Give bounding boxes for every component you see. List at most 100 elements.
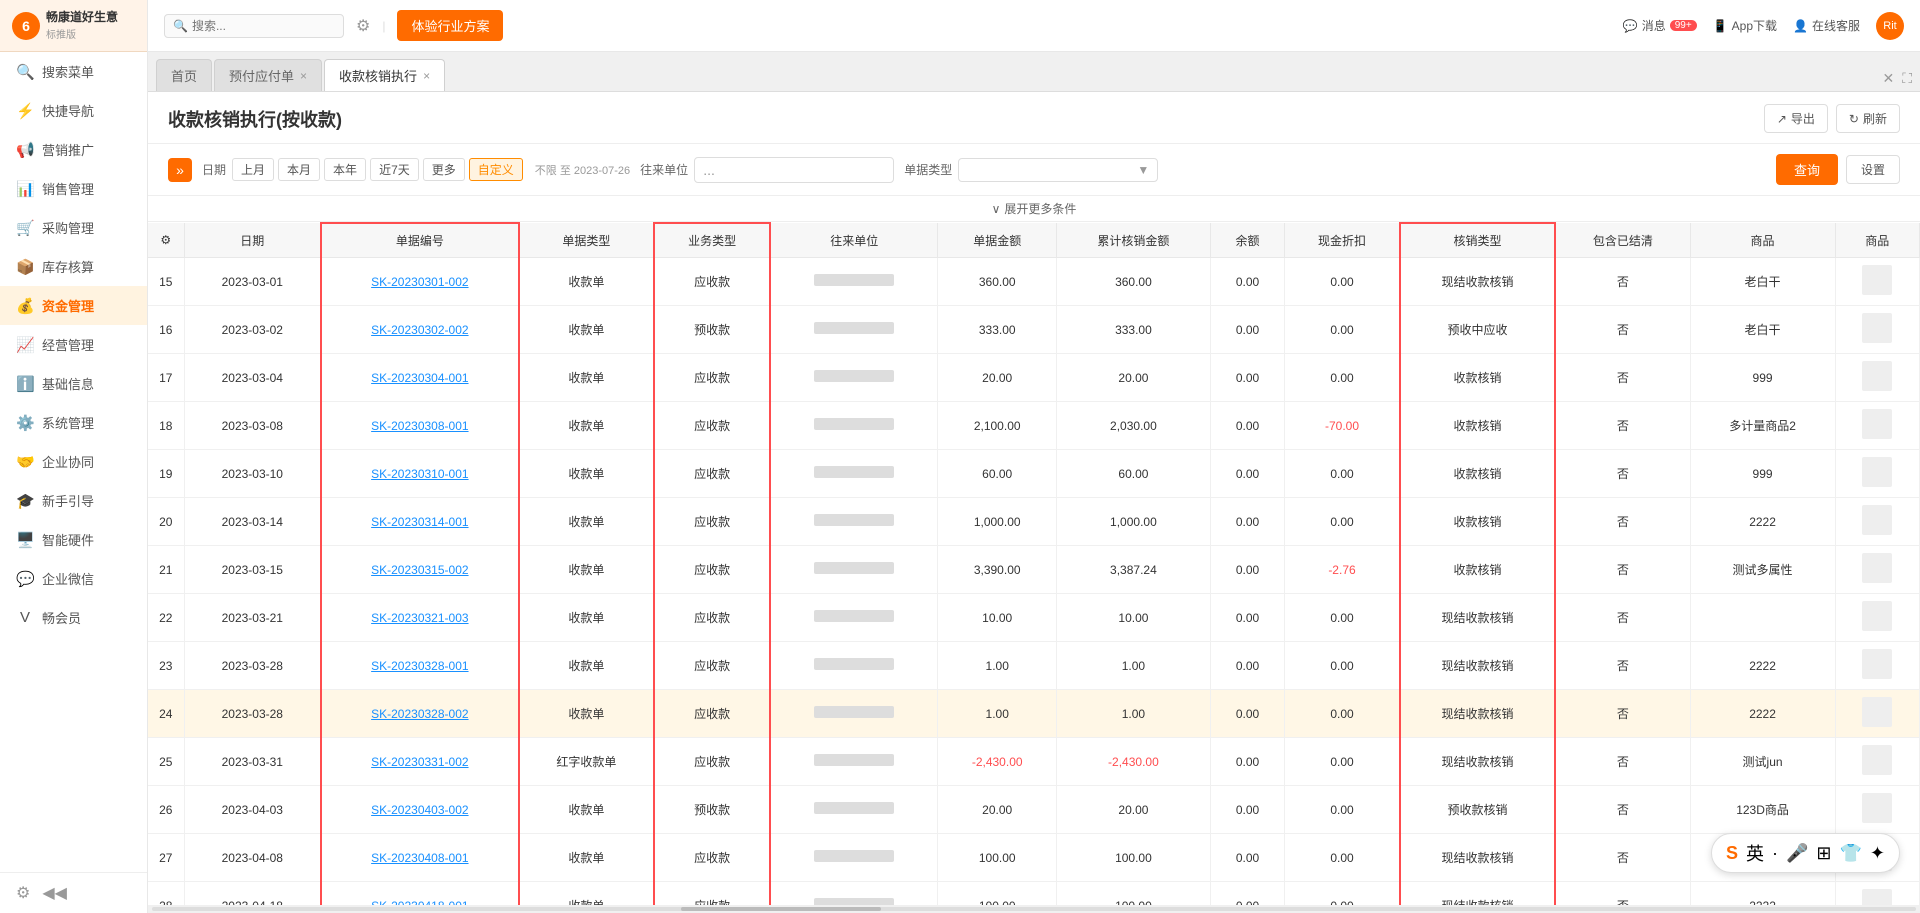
sidebar-logo: 6 畅康道好生意 标推版 xyxy=(0,0,147,52)
data-table: ⚙ 日期 单据编号 单据类型 业务类型 往来单位 单据金额 累计核销金额 余额 … xyxy=(148,222,1920,905)
float-mic-icon[interactable]: 🎤 xyxy=(1786,843,1808,864)
col-billtype: 收款单 xyxy=(519,258,655,306)
col-cumamount: 10.00 xyxy=(1057,594,1211,642)
tab-fullscreen-button[interactable]: ⛶ xyxy=(1902,70,1912,87)
sidebar-item-智能硬件[interactable]: 🖥️智能硬件 xyxy=(0,520,147,559)
tab-verify-close[interactable]: × xyxy=(423,69,430,83)
search-box[interactable]: 🔍 xyxy=(164,14,344,38)
phone-icon: 📱 xyxy=(1713,19,1728,33)
col-settings[interactable]: ⚙ xyxy=(148,223,184,258)
bill-no-link[interactable]: SK-20230301-002 xyxy=(371,275,468,289)
col-verifytype: 预收款核销 xyxy=(1400,786,1555,834)
col-cashdisc: 0.00 xyxy=(1285,354,1400,402)
bill-no-link[interactable]: SK-20230403-002 xyxy=(371,803,468,817)
bill-no-link[interactable]: SK-20230315-002 xyxy=(371,563,468,577)
sidebar-item-企业微信[interactable]: 💬企业微信 xyxy=(0,559,147,598)
sidebar-item-快捷导航[interactable]: ⚡快捷导航 xyxy=(0,91,147,130)
float-grid-icon[interactable]: ⊞ xyxy=(1816,843,1831,864)
col-partner xyxy=(770,882,938,906)
tab-close-all-button[interactable]: ✕ xyxy=(1882,70,1894,87)
filter-expand-button[interactable]: » xyxy=(168,158,192,182)
online-service-item[interactable]: 👤 在线客服 xyxy=(1793,17,1860,34)
expand-more-button[interactable]: ∨ 展开更多条件 xyxy=(992,200,1077,217)
tab-home[interactable]: 首页 xyxy=(156,59,212,91)
search-input[interactable] xyxy=(192,19,322,33)
sidebar-item-经营管理[interactable]: 📈经营管理 xyxy=(0,325,147,364)
app-download-item[interactable]: 📱 App下载 xyxy=(1713,17,1777,34)
sidebar-item-畅会员[interactable]: V畅会员 xyxy=(0,598,147,637)
topbar-gear-icon[interactable]: ⚙ xyxy=(356,16,370,36)
col-date: 2023-03-21 xyxy=(184,594,321,642)
col-biztype: 应收款 xyxy=(654,738,770,786)
col-amount: 3,390.00 xyxy=(938,546,1057,594)
scrollbar-thumb[interactable] xyxy=(681,907,881,911)
sidebar-item-搜索菜单[interactable]: 🔍搜索菜单 xyxy=(0,52,147,91)
filter-last7[interactable]: 近7天 xyxy=(370,158,419,181)
query-button[interactable]: 查询 xyxy=(1776,154,1838,185)
sidebar-item-新手引导[interactable]: 🎓新手引导 xyxy=(0,481,147,520)
sidebar-item-基础信息[interactable]: ℹ️基础信息 xyxy=(0,364,147,403)
col-billtype: 收款单 xyxy=(519,786,655,834)
bill-no-link[interactable]: SK-20230321-003 xyxy=(371,611,468,625)
messages-item[interactable]: 💬 消息 99+ xyxy=(1623,17,1697,34)
user-avatar[interactable]: Rit xyxy=(1876,12,1904,40)
sidebar-menu: 🔍搜索菜单⚡快捷导航📢营销推广📊销售管理🛒采购管理📦库存核算💰资金管理📈经营管理… xyxy=(0,52,147,872)
col-date: 2023-03-04 xyxy=(184,354,321,402)
collapse-icon[interactable]: ◀◀ xyxy=(42,883,67,903)
page-title: 收款核销执行(按收款) xyxy=(168,106,342,132)
refresh-button[interactable]: ↻ 刷新 xyxy=(1836,104,1900,133)
table-scrollbar[interactable] xyxy=(148,905,1920,913)
settings-icon[interactable]: ⚙ xyxy=(16,883,30,903)
sidebar-item-label: 企业协同 xyxy=(42,452,94,471)
col-no: 25 xyxy=(148,738,184,786)
float-tshirt-icon[interactable]: 👕 xyxy=(1839,843,1861,864)
tab-verify[interactable]: 收款核销执行 × xyxy=(324,59,445,91)
filter-last-month[interactable]: 上月 xyxy=(232,158,274,181)
sidebar-item-采购管理[interactable]: 🛒采购管理 xyxy=(0,208,147,247)
sidebar-item-库存核算[interactable]: 📦库存核算 xyxy=(0,247,147,286)
sidebar-icon: 💬 xyxy=(16,570,34,588)
col-amount: 10.00 xyxy=(938,594,1057,642)
col-billno: SK-20230315-002 xyxy=(321,546,519,594)
filter-setting-button[interactable]: 设置 xyxy=(1846,155,1900,184)
filter-more[interactable]: 更多 xyxy=(423,158,465,181)
bill-no-link[interactable]: SK-20230331-002 xyxy=(371,755,468,769)
sidebar-icon: 📊 xyxy=(16,180,34,198)
col-goods2 xyxy=(1835,594,1919,642)
bill-no-link[interactable]: SK-20230408-001 xyxy=(371,851,468,865)
filter-custom[interactable]: 自定义 xyxy=(469,158,523,181)
bill-no-link[interactable]: SK-20230308-001 xyxy=(371,419,468,433)
table-wrapper[interactable]: ⚙ 日期 单据编号 单据类型 业务类型 往来单位 单据金额 累计核销金额 余额 … xyxy=(148,222,1920,905)
float-toolbar: S 英 · 🎤 ⊞ 👕 ✦ xyxy=(1711,833,1900,873)
sidebar-icon: 💰 xyxy=(16,297,34,315)
industry-solution-button[interactable]: 体验行业方案 xyxy=(397,10,503,41)
col-goods2 xyxy=(1835,450,1919,498)
sidebar-item-资金管理[interactable]: 💰资金管理 xyxy=(0,286,147,325)
header-actions: ↗ 导出 ↻ 刷新 xyxy=(1764,104,1900,133)
sidebar-item-销售管理[interactable]: 📊销售管理 xyxy=(0,169,147,208)
tab-prepay[interactable]: 预付应付单 × xyxy=(214,59,322,91)
table-row: 19 2023-03-10 SK-20230310-001 收款单 应收款 60… xyxy=(148,450,1920,498)
sidebar-item-企业协同[interactable]: 🤝企业协同 xyxy=(0,442,147,481)
export-button[interactable]: ↗ 导出 xyxy=(1764,104,1828,133)
column-settings-icon[interactable]: ⚙ xyxy=(160,233,171,247)
bill-no-link[interactable]: SK-20230302-002 xyxy=(371,323,468,337)
bill-no-link[interactable]: SK-20230328-001 xyxy=(371,659,468,673)
bill-no-link[interactable]: SK-20230304-001 xyxy=(371,371,468,385)
col-included: 否 xyxy=(1555,738,1690,786)
filter-receipt-type-select[interactable]: ▼ xyxy=(958,158,1158,182)
bill-no-link[interactable]: SK-20230314-001 xyxy=(371,515,468,529)
filter-this-year[interactable]: 本年 xyxy=(324,158,366,181)
sidebar-item-系统管理[interactable]: ⚙️系统管理 xyxy=(0,403,147,442)
col-partner xyxy=(770,498,938,546)
float-star-icon[interactable]: ✦ xyxy=(1870,843,1885,864)
col-goods1: 测试多属性 xyxy=(1690,546,1835,594)
filter-this-month[interactable]: 本月 xyxy=(278,158,320,181)
tab-prepay-close[interactable]: × xyxy=(300,69,307,83)
col-balance: 0.00 xyxy=(1210,834,1284,882)
sidebar-item-营销推广[interactable]: 📢营销推广 xyxy=(0,130,147,169)
filter-partner-select[interactable]: ... xyxy=(694,157,894,183)
bill-no-link[interactable]: SK-20230328-002 xyxy=(371,707,468,721)
bill-no-link[interactable]: SK-20230310-001 xyxy=(371,467,468,481)
col-cumamount: 20.00 xyxy=(1057,786,1211,834)
